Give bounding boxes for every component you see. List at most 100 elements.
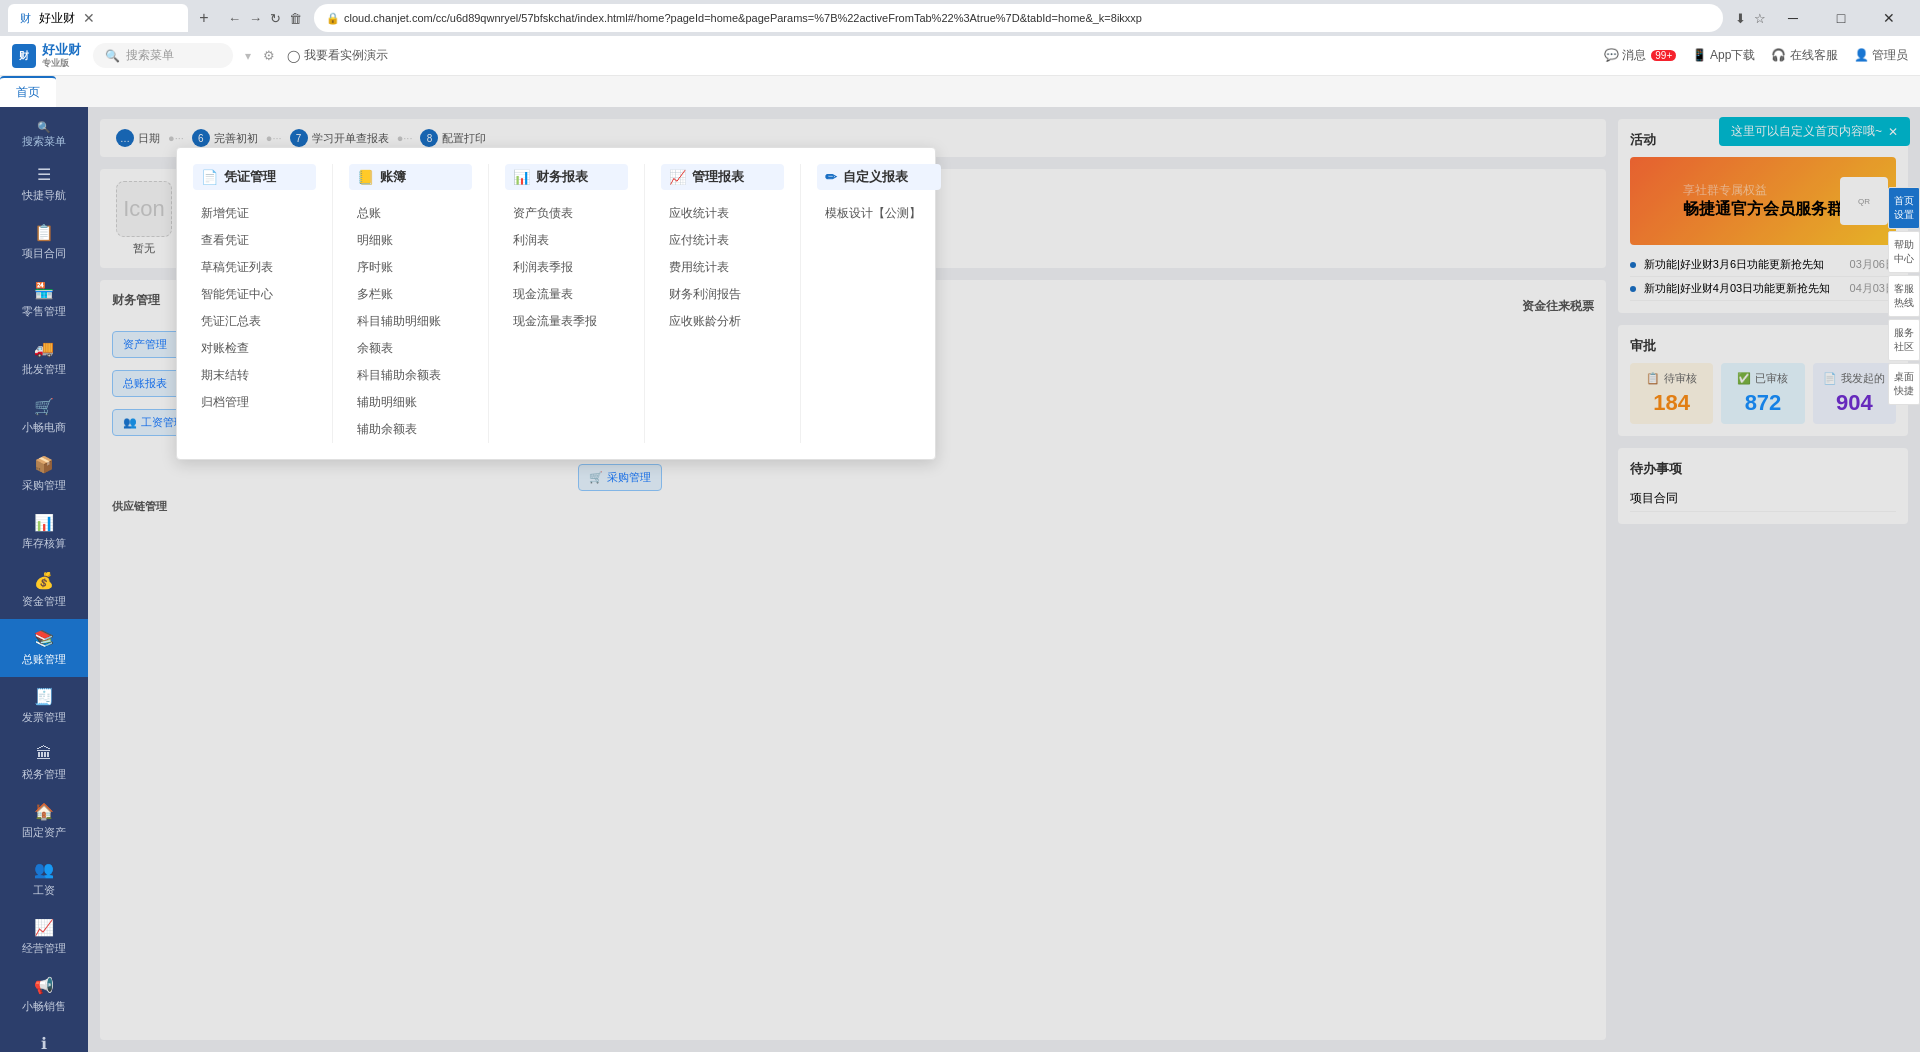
browser-chrome: 财 好业财 ✕ + ← → ↻ 🗑 🔒 cloud.chanjet.com/cc… <box>0 0 1920 36</box>
refresh-button[interactable]: ↻ <box>270 11 281 26</box>
quicknav-icon: ☰ <box>37 165 51 184</box>
dropdown-item-balance[interactable]: 余额表 <box>349 335 472 362</box>
float-btn-home[interactable]: 首页设置 <box>1888 187 1920 229</box>
ledger-header-icon: 📒 <box>357 169 374 185</box>
dropdown-item-sequence-ledger[interactable]: 序时账 <box>349 254 472 281</box>
dropdown-item-new-voucher[interactable]: 新增凭证 <box>193 200 316 227</box>
sales-icon: 📢 <box>34 976 54 995</box>
dropdown-item-archive[interactable]: 归档管理 <box>193 389 316 416</box>
dropdown-item-voucher-summary[interactable]: 凭证汇总表 <box>193 308 316 335</box>
dropdown-item-aux-detail[interactable]: 辅助明细账 <box>349 389 472 416</box>
search-box[interactable]: 🔍 搜索菜单 <box>93 43 233 68</box>
user-avatar[interactable]: 👤 管理员 <box>1854 47 1908 64</box>
dropdown-item-aux-balance[interactable]: 辅助余额表 <box>349 416 472 443</box>
dropdown-item-subject-detail[interactable]: 科目辅助明细账 <box>349 308 472 335</box>
msg-button[interactable]: 💬 消息 99+ <box>1604 47 1677 64</box>
settings-top-icon[interactable]: ⚙ <box>263 48 275 63</box>
dropdown-item-general-ledger[interactable]: 总账 <box>349 200 472 227</box>
dropdown-item-smart-voucher[interactable]: 智能凭证中心 <box>193 281 316 308</box>
tab-close-button[interactable]: ✕ <box>83 10 95 26</box>
sidebar-item-capital[interactable]: 💰 资金管理 <box>0 561 88 619</box>
logo-text: 好业财 专业版 <box>42 41 81 70</box>
dropdown-item-detail-ledger[interactable]: 明细账 <box>349 227 472 254</box>
dropdown-section-financial: 📊 财务报表 资产负债表 利润表 利润表季报 现金流量表 现金流量表季报 <box>505 164 645 443</box>
dropdown-header-financial: 📊 财务报表 <box>505 164 628 190</box>
forward-button[interactable]: → <box>249 11 262 26</box>
float-btn-desktop[interactable]: 桌面快捷 <box>1888 363 1920 405</box>
star-icon[interactable]: ☆ <box>1754 11 1766 26</box>
float-btn-help[interactable]: 帮助中心 <box>1888 231 1920 273</box>
maximize-button[interactable]: □ <box>1818 0 1864 36</box>
app-download-button[interactable]: 📱 App下载 <box>1692 47 1755 64</box>
browser-tab[interactable]: 财 好业财 ✕ <box>8 4 188 32</box>
right-float-buttons: 首页设置 帮助中心 客服热线 服务社区 桌面快捷 <box>1888 187 1920 405</box>
dropdown-item-ar-stats[interactable]: 应收统计表 <box>661 200 784 227</box>
delete-button[interactable]: 🗑 <box>289 11 302 26</box>
inventory-icon: 📊 <box>34 513 54 532</box>
sidebar-item-purchase[interactable]: 📦 采购管理 <box>0 445 88 503</box>
float-btn-community[interactable]: 服务社区 <box>1888 319 1920 361</box>
dropdown-item-ap-stats[interactable]: 应付统计表 <box>661 227 784 254</box>
invoice-icon: 🧾 <box>34 687 54 706</box>
sidebar-item-retail[interactable]: 🏪 零售管理 <box>0 271 88 329</box>
sidebar-item-assets[interactable]: 🏠 固定资产 <box>0 792 88 850</box>
sidebar-item-invoice[interactable]: 🧾 发票管理 <box>0 677 88 735</box>
sidebar: 🔍搜索菜单 ☰ 快捷导航 📋 项目合同 🏪 零售管理 🚚 批发管理 🛒 小畅电商 <box>0 107 88 1052</box>
content-area: 📄 凭证管理 新增凭证 查看凭证 草稿凭证列表 智能凭证中心 凭证汇总表 对账检… <box>88 107 1920 1052</box>
sidebar-item-ecommerce[interactable]: 🛒 小畅电商 <box>0 387 88 445</box>
dropdown-item-financial-profit[interactable]: 财务利润报告 <box>661 281 784 308</box>
dropdown-item-multi-column[interactable]: 多栏账 <box>349 281 472 308</box>
dropdown-item-profit-quarterly[interactable]: 利润表季报 <box>505 254 628 281</box>
main-layout: 🔍搜索菜单 ☰ 快捷导航 📋 项目合同 🏪 零售管理 🚚 批发管理 🛒 小畅电商 <box>0 107 1920 1052</box>
dropdown-item-profit[interactable]: 利润表 <box>505 227 628 254</box>
sidebar-item-tax[interactable]: 🏛 税务管理 <box>0 735 88 792</box>
dropdown-item-template-design[interactable]: 模板设计【公测】 <box>817 200 941 227</box>
retail-icon: 🏪 <box>34 281 54 300</box>
operations-icon: 📈 <box>34 918 54 937</box>
wholesale-icon: 🚚 <box>34 339 54 358</box>
new-tab-button[interactable]: + <box>192 6 216 30</box>
dropdown-item-balance-sheet[interactable]: 资产负债表 <box>505 200 628 227</box>
dropdown-section-voucher: 📄 凭证管理 新增凭证 查看凭证 草稿凭证列表 智能凭证中心 凭证汇总表 对账检… <box>193 164 333 443</box>
sidebar-item-payroll[interactable]: 👥 工资 <box>0 850 88 908</box>
dropdown-item-draft-voucher[interactable]: 草稿凭证列表 <box>193 254 316 281</box>
address-bar[interactable]: 🔒 cloud.chanjet.com/cc/u6d89qwnryel/57bf… <box>314 4 1723 32</box>
close-button[interactable]: ✕ <box>1866 0 1912 36</box>
dropdown-section-ledger: 📒 账簿 总账 明细账 序时账 多栏账 科目辅助明细账 余额表 科目辅助余额表 … <box>349 164 489 443</box>
sidebar-item-ledger[interactable]: 📚 总账管理 <box>0 619 88 677</box>
dropdown-item-subject-balance[interactable]: 科目辅助余额表 <box>349 362 472 389</box>
sidebar-item-basics[interactable]: ℹ 基础信息 <box>0 1024 88 1052</box>
float-btn-service[interactable]: 客服热线 <box>1888 275 1920 317</box>
sidebar-item-quicknav[interactable]: ☰ 快捷导航 <box>0 155 88 213</box>
sidebar-item-wholesale[interactable]: 🚚 批发管理 <box>0 329 88 387</box>
voucher-header-icon: 📄 <box>201 169 218 185</box>
dropdown-item-ar-aging[interactable]: 应收账龄分析 <box>661 308 784 335</box>
download-icon[interactable]: ⬇ <box>1735 11 1746 26</box>
sidebar-search[interactable]: 🔍搜索菜单 <box>0 115 88 155</box>
address-text: cloud.chanjet.com/cc/u6d89qwnryel/57bfsk… <box>344 12 1142 24</box>
sidebar-item-inventory[interactable]: 📊 库存核算 <box>0 503 88 561</box>
dropdown-item-expense-stats[interactable]: 费用统计表 <box>661 254 784 281</box>
demo-icon: ◯ <box>287 49 300 63</box>
dropdown-header-management: 📈 管理报表 <box>661 164 784 190</box>
financial-header-icon: 📊 <box>513 169 530 185</box>
sidebar-item-operations[interactable]: 📈 经营管理 <box>0 908 88 966</box>
dropdown-item-cashflow[interactable]: 现金流量表 <box>505 281 628 308</box>
sidebar-item-sales[interactable]: 📢 小畅销售 <box>0 966 88 1024</box>
dropdown-item-cashflow-quarterly[interactable]: 现金流量表季报 <box>505 308 628 335</box>
msg-badge: 99+ <box>1651 50 1676 61</box>
back-button[interactable]: ← <box>228 11 241 26</box>
logo: 财 好业财 专业版 <box>12 41 81 70</box>
demo-link[interactable]: ◯ 我要看实例演示 <box>287 47 388 64</box>
sidebar-item-projectcontract[interactable]: 📋 项目合同 <box>0 213 88 271</box>
purchase-icon: 📦 <box>34 455 54 474</box>
minimize-button[interactable]: ─ <box>1770 0 1816 36</box>
tab-title: 好业财 <box>39 10 75 27</box>
service-button[interactable]: 🎧 在线客服 <box>1771 47 1837 64</box>
dropdown-item-reconcile[interactable]: 对账检查 <box>193 335 316 362</box>
dropdown-item-view-voucher[interactable]: 查看凭证 <box>193 227 316 254</box>
tab-home[interactable]: 首页 <box>0 76 56 107</box>
dropdown-item-period-end[interactable]: 期末结转 <box>193 362 316 389</box>
ssl-icon: 🔒 <box>326 12 340 25</box>
basics-icon: ℹ <box>41 1034 47 1052</box>
